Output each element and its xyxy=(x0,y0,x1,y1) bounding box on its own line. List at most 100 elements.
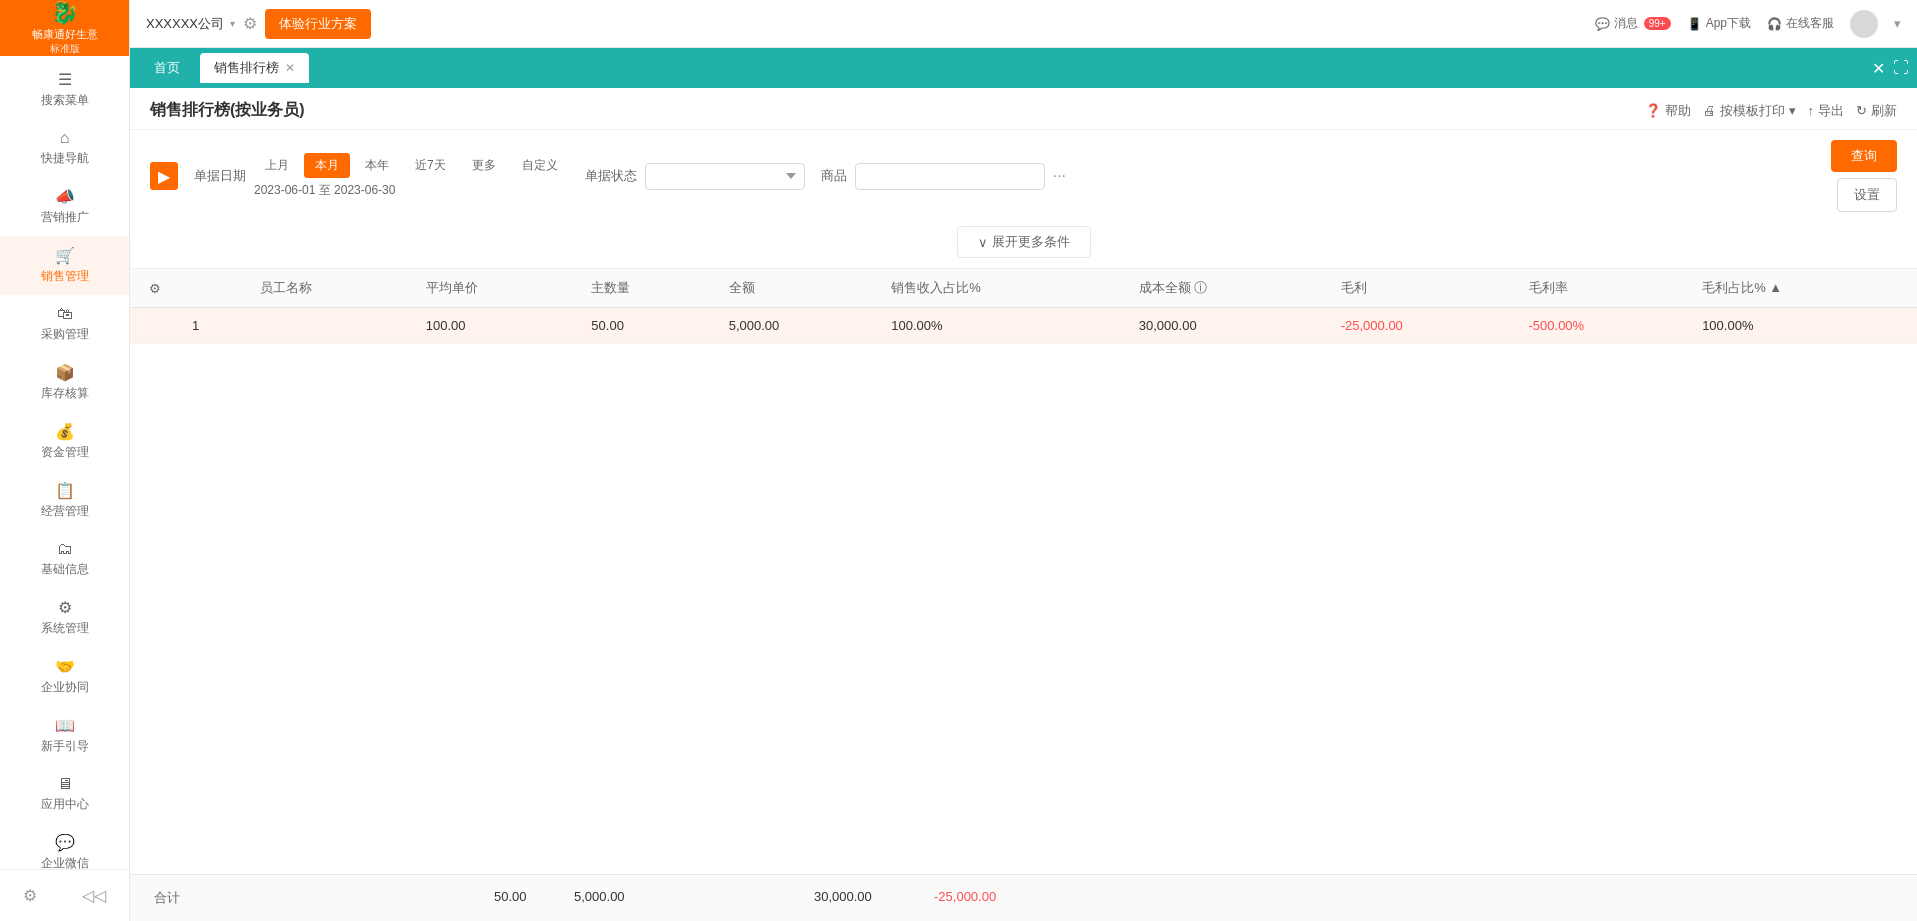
export-icon: ↑ xyxy=(1808,103,1815,118)
goods-input[interactable] xyxy=(855,163,1045,190)
sidebar-label-appstore: 应用中心 xyxy=(41,796,89,813)
footer-qty xyxy=(382,885,482,911)
goods-label: 商品 xyxy=(821,167,847,185)
td-gross: -25,000.00 xyxy=(1329,308,1517,344)
sidebar: 🐉 畅康通好生意 标准版 ☰ 搜索菜单 ⌂ 快捷导航 📣 营销推广 🛒 销售管理… xyxy=(0,0,130,921)
company-name: XXXXXX公司 xyxy=(146,15,224,33)
date-tab-更多[interactable]: 更多 xyxy=(461,153,507,178)
query-btn[interactable]: 查询 xyxy=(1831,140,1897,172)
content-area: 销售排行榜(按业务员) ❓ 帮助 🖨 按模板打印 ▾ ↑ 导出 ↻ 刷新 xyxy=(130,88,1917,921)
industry-btn[interactable]: 体验行业方案 xyxy=(265,9,371,39)
close-window-btn[interactable]: ✕ xyxy=(1872,59,1885,78)
app-download-item[interactable]: 📱 App下载 xyxy=(1687,15,1751,32)
date-range-display: 2023-06-01 至 2023-06-30 xyxy=(254,182,569,199)
refresh-btn[interactable]: ↻ 刷新 xyxy=(1856,102,1897,120)
td-amount: 5,000.00 xyxy=(717,308,880,344)
footer-sales-pct xyxy=(682,885,802,911)
goods-more-btn[interactable]: ··· xyxy=(1053,167,1066,185)
sidebar-item-inventory[interactable]: 📦 库存核算 xyxy=(0,353,129,412)
expand-filters-arrow[interactable]: ▶ xyxy=(150,162,178,190)
date-tab-本年[interactable]: 本年 xyxy=(354,153,400,178)
sidebar-label-inventory: 库存核算 xyxy=(41,385,89,402)
online-service-item[interactable]: 🎧 在线客服 xyxy=(1767,15,1834,32)
purchase-icon: 🛍 xyxy=(57,305,73,323)
sidebar-item-finance[interactable]: 💰 资金管理 xyxy=(0,412,129,471)
expand-more-btn[interactable]: ∨ 展开更多条件 xyxy=(957,226,1091,258)
table-header-row: ⚙ 员工名称 平均单价 主数量 全额 销售收入占比% 成本全额 ⓘ 毛利 毛利率… xyxy=(130,269,1917,308)
table-row: 1 100.00 50.00 5,000.00 100.00% 30,000.0… xyxy=(130,308,1917,344)
search-menu-icon: ☰ xyxy=(58,70,72,89)
th-settings[interactable]: ⚙ xyxy=(130,269,180,308)
notification-label: 消息 xyxy=(1614,15,1638,32)
help-btn[interactable]: ❓ 帮助 xyxy=(1645,102,1691,120)
status-select[interactable] xyxy=(645,163,805,190)
sidebar-label-guide: 新手引导 xyxy=(41,738,89,755)
footer-label: 合计 xyxy=(142,885,382,911)
wechat-icon: 💬 xyxy=(55,833,75,852)
tab-home[interactable]: 首页 xyxy=(138,51,196,85)
export-btn[interactable]: ↑ 导出 xyxy=(1808,102,1845,120)
home-icon: ⌂ xyxy=(60,129,70,147)
sidebar-item-system[interactable]: ⚙ 系统管理 xyxy=(0,588,129,647)
th-gross: 毛利 xyxy=(1329,269,1517,308)
maximize-window-btn[interactable]: ⛶ xyxy=(1893,59,1909,78)
sidebar-label-operations: 经营管理 xyxy=(41,503,89,520)
sidebar-item-enterprise[interactable]: 🤝 企业协同 xyxy=(0,647,129,706)
sidebar-item-appstore[interactable]: 🖥 应用中心 xyxy=(0,765,129,823)
online-service-label: 在线客服 xyxy=(1786,15,1834,32)
sidebar-bottom: ⚙ ◁◁ xyxy=(0,869,129,921)
date-tab-本月[interactable]: 本月 xyxy=(304,153,350,178)
th-qty: 主数量 xyxy=(579,269,716,308)
sidebar-item-base[interactable]: 🗂 基础信息 xyxy=(0,530,129,588)
sidebar-item-operations[interactable]: 📋 经营管理 xyxy=(0,471,129,530)
appstore-icon: 🖥 xyxy=(57,775,73,793)
notification-item[interactable]: 💬 消息 99+ xyxy=(1595,15,1671,32)
td-gross-rate: -500.00% xyxy=(1517,308,1691,344)
company-settings-icon[interactable]: ⚙ xyxy=(243,14,257,33)
avatar[interactable] xyxy=(1850,10,1878,38)
print-btn[interactable]: 🖨 按模板打印 ▾ xyxy=(1703,102,1796,120)
date-label: 单据日期 xyxy=(194,167,246,185)
table-wrap: ⚙ 员工名称 平均单价 主数量 全额 销售收入占比% 成本全额 ⓘ 毛利 毛利率… xyxy=(130,269,1917,874)
sidebar-item-marketing[interactable]: 📣 营销推广 xyxy=(0,177,129,236)
footer-total-label: 合计 xyxy=(154,890,180,905)
td-name xyxy=(248,308,414,344)
tab-close-icon[interactable]: ✕ xyxy=(285,61,295,75)
sidebar-item-search[interactable]: ☰ 搜索菜单 xyxy=(0,60,129,119)
sidebar-nav: ☰ 搜索菜单 ⌂ 快捷导航 📣 营销推广 🛒 销售管理 🛍 采购管理 📦 库存核… xyxy=(0,56,129,869)
filter-row-1: ▶ 单据日期 上月本月本年近7天更多自定义 2023-06-01 至 2023-… xyxy=(150,140,1897,212)
filter-settings-btn[interactable]: 设置 xyxy=(1837,178,1897,212)
date-tab-上月[interactable]: 上月 xyxy=(254,153,300,178)
company-selector[interactable]: XXXXXX公司 ▾ xyxy=(146,15,235,33)
main-area: XXXXXX公司 ▾ ⚙ 体验行业方案 💬 消息 99+ 📱 App下载 🎧 在… xyxy=(130,0,1917,921)
date-tab-近7天[interactable]: 近7天 xyxy=(404,153,457,178)
sidebar-label-base: 基础信息 xyxy=(41,561,89,578)
td-avg-price: 100.00 xyxy=(414,308,580,344)
topbar: XXXXXX公司 ▾ ⚙ 体验行业方案 💬 消息 99+ 📱 App下载 🎧 在… xyxy=(130,0,1917,48)
finance-icon: 💰 xyxy=(55,422,75,441)
sidebar-label-sales: 销售管理 xyxy=(41,268,89,285)
tabbar-actions: ✕ ⛶ xyxy=(1872,59,1909,78)
date-tab-自定义[interactable]: 自定义 xyxy=(511,153,569,178)
collapse-sidebar-icon[interactable]: ◁◁ xyxy=(74,882,114,909)
inventory-icon: 📦 xyxy=(55,363,75,382)
sidebar-item-purchase[interactable]: 🛍 采购管理 xyxy=(0,295,129,353)
tab-sales-ranking[interactable]: 销售排行榜 ✕ xyxy=(200,53,309,83)
th-name: 员工名称 xyxy=(248,269,414,308)
system-icon: ⚙ xyxy=(58,598,72,617)
sidebar-item-wechat[interactable]: 💬 企业微信 xyxy=(0,823,129,869)
guide-icon: 📖 xyxy=(55,716,75,735)
settings-bottom-icon[interactable]: ⚙ xyxy=(15,882,45,909)
refresh-icon: ↻ xyxy=(1856,103,1867,118)
logo-sub: 标准版 xyxy=(50,42,80,56)
th-sales-pct: 销售收入占比% xyxy=(879,269,1127,308)
message-icon: 💬 xyxy=(1595,17,1610,31)
sidebar-item-guide[interactable]: 📖 新手引导 xyxy=(0,706,129,765)
th-rank xyxy=(180,269,248,308)
sidebar-item-sales[interactable]: 🛒 销售管理 xyxy=(0,236,129,295)
sidebar-label-shortcut: 快捷导航 xyxy=(41,150,89,167)
sidebar-label-marketing: 营销推广 xyxy=(41,209,89,226)
sales-icon: 🛒 xyxy=(55,246,75,265)
status-label: 单据状态 xyxy=(585,167,637,185)
sidebar-item-shortcut[interactable]: ⌂ 快捷导航 xyxy=(0,119,129,177)
